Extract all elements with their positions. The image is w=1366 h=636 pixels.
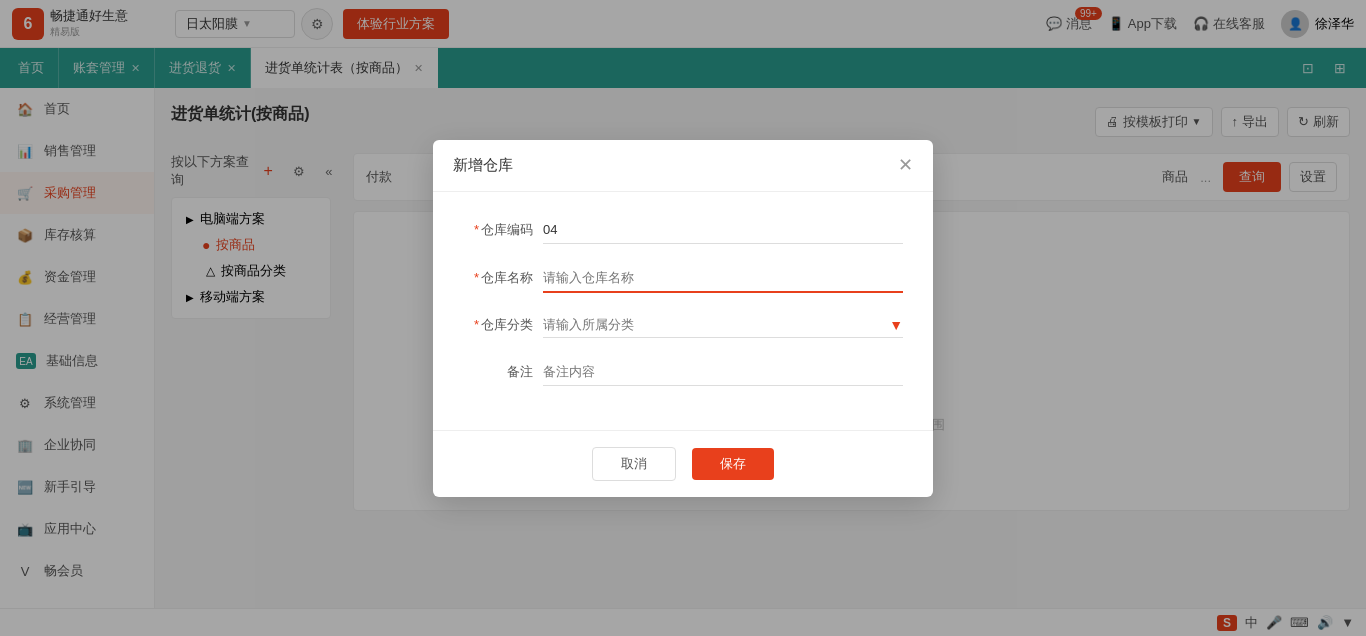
form-row-category: *仓库分类 ▼ (463, 313, 903, 338)
modal-footer: 取消 保存 (433, 430, 933, 497)
add-warehouse-modal: 新增仓库 ✕ *仓库编码 *仓库名称 *仓库分类 (433, 140, 933, 497)
form-row-code: *仓库编码 (463, 216, 903, 244)
warehouse-note-input[interactable] (543, 358, 903, 386)
warehouse-name-input[interactable] (543, 264, 903, 293)
modal-overlay[interactable]: 新增仓库 ✕ *仓库编码 *仓库名称 *仓库分类 (0, 0, 1366, 636)
modal-title: 新增仓库 (453, 156, 513, 175)
modal-header: 新增仓库 ✕ (433, 140, 933, 192)
category-select-wrap[interactable]: ▼ (543, 313, 903, 338)
modal-close-button[interactable]: ✕ (898, 156, 913, 174)
save-button[interactable]: 保存 (692, 448, 774, 480)
name-label: *仓库名称 (463, 269, 543, 287)
chevron-down-icon: ▼ (889, 317, 903, 333)
category-input[interactable] (543, 317, 889, 332)
modal-body: *仓库编码 *仓库名称 *仓库分类 ▼ (433, 192, 933, 430)
category-label: *仓库分类 (463, 316, 543, 334)
warehouse-code-input[interactable] (543, 216, 903, 244)
form-row-name: *仓库名称 (463, 264, 903, 293)
code-label: *仓库编码 (463, 221, 543, 239)
form-row-note: 备注 (463, 358, 903, 386)
note-label: 备注 (463, 363, 543, 381)
cancel-button[interactable]: 取消 (592, 447, 676, 481)
